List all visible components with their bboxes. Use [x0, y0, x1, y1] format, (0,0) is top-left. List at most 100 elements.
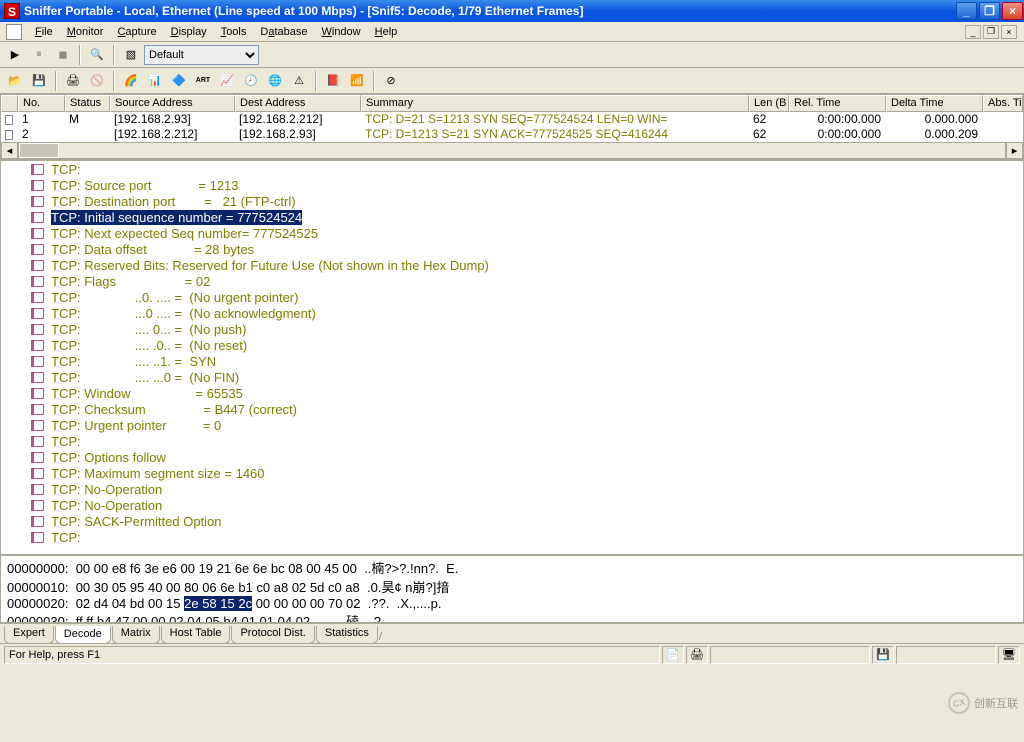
col-summary[interactable]: Summary	[361, 95, 749, 112]
watermark: CX 创新互联	[948, 692, 1018, 714]
status-help: For Help, press F1	[4, 646, 660, 664]
menu-monitor[interactable]: Monitor	[60, 24, 111, 40]
tab-decode[interactable]: Decode	[55, 626, 111, 644]
hex-row[interactable]: 00000000: 00 00 e8 f6 3e e6 00 19 21 6e …	[7, 558, 1017, 577]
save-button[interactable]: 💾	[28, 70, 50, 92]
col-reltime[interactable]: Rel. Time	[789, 95, 886, 112]
define-filter-button[interactable]: ▧	[120, 44, 142, 66]
decode-line[interactable]: TCP:	[1, 529, 1023, 545]
status-icon-2[interactable]: 🖨	[686, 646, 708, 664]
decode-line[interactable]: TCP: Urgent pointer = 0	[1, 417, 1023, 433]
menu-file[interactable]: File	[28, 24, 60, 40]
switch-button[interactable]: 📶	[346, 70, 368, 92]
col-abstime[interactable]: Abs. Time	[983, 95, 1023, 112]
status-icon-3[interactable]: 💾	[872, 646, 894, 664]
menu-tools[interactable]: Tools	[214, 24, 254, 40]
scroll-track[interactable]	[18, 142, 1006, 159]
abort-print-button[interactable]: 🚫	[86, 70, 108, 92]
flag-checkbox[interactable]	[5, 130, 13, 140]
status-icon-4[interactable]: 🖥	[998, 646, 1020, 664]
decode-line[interactable]: TCP: Destination port = 21 (FTP-ctrl)	[1, 193, 1023, 209]
menu-database[interactable]: Database	[253, 24, 314, 40]
separator	[373, 71, 375, 91]
global-stats-button[interactable]: 🌐	[264, 70, 286, 92]
decode-line[interactable]: TCP: Reserved Bits: Reserved for Future …	[1, 257, 1023, 273]
hex-row[interactable]: 00000020: 02 d4 04 bd 00 15 2e 58 15 2c …	[7, 596, 1017, 611]
col-len[interactable]: Len (B	[749, 95, 789, 112]
decode-line[interactable]: TCP: Next expected Seq number= 777524525	[1, 225, 1023, 241]
decode-line[interactable]: TCP: Checksum = B447 (correct)	[1, 401, 1023, 417]
decode-line[interactable]: TCP: Options follow	[1, 449, 1023, 465]
decode-line[interactable]: TCP: Source port = 1213	[1, 177, 1023, 193]
art-button[interactable]: ART	[192, 70, 214, 92]
history-button[interactable]: 🕗	[240, 70, 262, 92]
col-dest[interactable]: Dest Address	[235, 95, 361, 112]
decode-line[interactable]: TCP: Window = 65535	[1, 385, 1023, 401]
print-button[interactable]: 🖨	[62, 70, 84, 92]
mdi-close-button[interactable]: ×	[1001, 25, 1017, 39]
col-status[interactable]: Status	[65, 95, 110, 112]
decode-line[interactable]: TCP: ..0. .... = (No urgent pointer)	[1, 289, 1023, 305]
hex-row[interactable]: 00000010: 00 30 05 95 40 00 80 06 6e b1 …	[7, 577, 1017, 596]
alarm-log-button[interactable]: ⚠	[288, 70, 310, 92]
decode-line[interactable]: TCP:	[1, 161, 1023, 177]
decode-line[interactable]: TCP: Flags = 02	[1, 273, 1023, 289]
table-row[interactable]: 2[192.168.2.212][192.168.2.93]TCP: D=121…	[1, 127, 1023, 142]
flag-checkbox[interactable]	[5, 115, 13, 125]
decode-line[interactable]: TCP: .... .0.. = (No reset)	[1, 337, 1023, 353]
col-no[interactable]: No.	[18, 95, 65, 112]
table-row[interactable]: 1M[192.168.2.93][192.168.2.212]TCP: D=21…	[1, 112, 1023, 127]
menu-help[interactable]: Help	[368, 24, 405, 40]
maximize-button[interactable]: ❐	[979, 2, 1000, 20]
filter-select[interactable]: Default	[144, 45, 259, 65]
col-source[interactable]: Source Address	[110, 95, 235, 112]
mdi-restore-button[interactable]: ❐	[983, 25, 999, 39]
col-flag[interactable]	[1, 95, 18, 112]
scroll-right-button[interactable]: ▸	[1006, 142, 1023, 159]
tab-host-table[interactable]: Host Table	[161, 626, 231, 644]
col-deltatime[interactable]: Delta Time	[886, 95, 983, 112]
binoculars-button[interactable]: 🔍	[86, 44, 108, 66]
address-book-button[interactable]: 📕	[322, 70, 344, 92]
matrix-button[interactable]: 🔷	[168, 70, 190, 92]
close-button[interactable]: ×	[1002, 2, 1023, 20]
play-button[interactable]: ▶	[4, 44, 26, 66]
document-icon[interactable]	[6, 24, 22, 40]
decode-line[interactable]: TCP: No-Operation	[1, 497, 1023, 513]
decode-line[interactable]: TCP: ...0 .... = (No acknowledgment)	[1, 305, 1023, 321]
toolbar-main: 📂 💾 🖨 🚫 🌈 📊 🔷 ART 📈 🕗 🌐 ⚠ 📕 📶 ⊘	[0, 68, 1024, 94]
hex-pane[interactable]: 00000000: 00 00 e8 f6 3e e6 00 19 21 6e …	[0, 555, 1024, 623]
dashboard-button[interactable]: 🌈	[120, 70, 142, 92]
decode-line[interactable]: TCP: SACK-Permitted Option	[1, 513, 1023, 529]
menu-window[interactable]: Window	[314, 24, 367, 40]
protocol-dist-button[interactable]: 📈	[216, 70, 238, 92]
scroll-thumb[interactable]	[19, 143, 59, 158]
tab-matrix[interactable]: Matrix	[112, 626, 160, 644]
hex-row[interactable]: 00000030: ff ff b4 47 00 00 02 04 05 b4 …	[7, 611, 1017, 623]
decode-line[interactable]: TCP: No-Operation	[1, 481, 1023, 497]
decode-pane[interactable]: TCP:TCP: Source port = 1213TCP: Destinat…	[0, 160, 1024, 555]
decode-line[interactable]: TCP: .... ...0 = (No FIN)	[1, 369, 1023, 385]
decode-line[interactable]: TCP: .... 0... = (No push)	[1, 321, 1023, 337]
decode-line[interactable]: TCP: .... ..1. = SYN	[1, 353, 1023, 369]
stop-button[interactable]: ◼	[52, 44, 74, 66]
options-button[interactable]: ⊘	[380, 70, 402, 92]
page-icon	[31, 180, 44, 191]
pause-button[interactable]: ⏸	[28, 44, 50, 66]
decode-line[interactable]: TCP:	[1, 433, 1023, 449]
mdi-minimize-button[interactable]: _	[965, 25, 981, 39]
host-table-button[interactable]: 📊	[144, 70, 166, 92]
status-icon-1[interactable]: 📄	[662, 646, 684, 664]
decode-line[interactable]: TCP: Initial sequence number = 777524524	[1, 209, 1023, 225]
menu-display[interactable]: Display	[164, 24, 214, 40]
minimize-button[interactable]: _	[956, 2, 977, 20]
tab-statistics[interactable]: Statistics	[316, 626, 378, 644]
scroll-left-button[interactable]: ◂	[1, 142, 18, 159]
open-button[interactable]: 📂	[4, 70, 26, 92]
decode-line[interactable]: TCP: Data offset = 28 bytes	[1, 241, 1023, 257]
tab-protocol-dist-[interactable]: Protocol Dist.	[231, 626, 314, 644]
tab-expert[interactable]: Expert	[4, 626, 54, 644]
decode-line[interactable]: TCP: Maximum segment size = 1460	[1, 465, 1023, 481]
menu-capture[interactable]: Capture	[110, 24, 163, 40]
grid-hscroll[interactable]: ◂ ▸	[1, 142, 1023, 159]
